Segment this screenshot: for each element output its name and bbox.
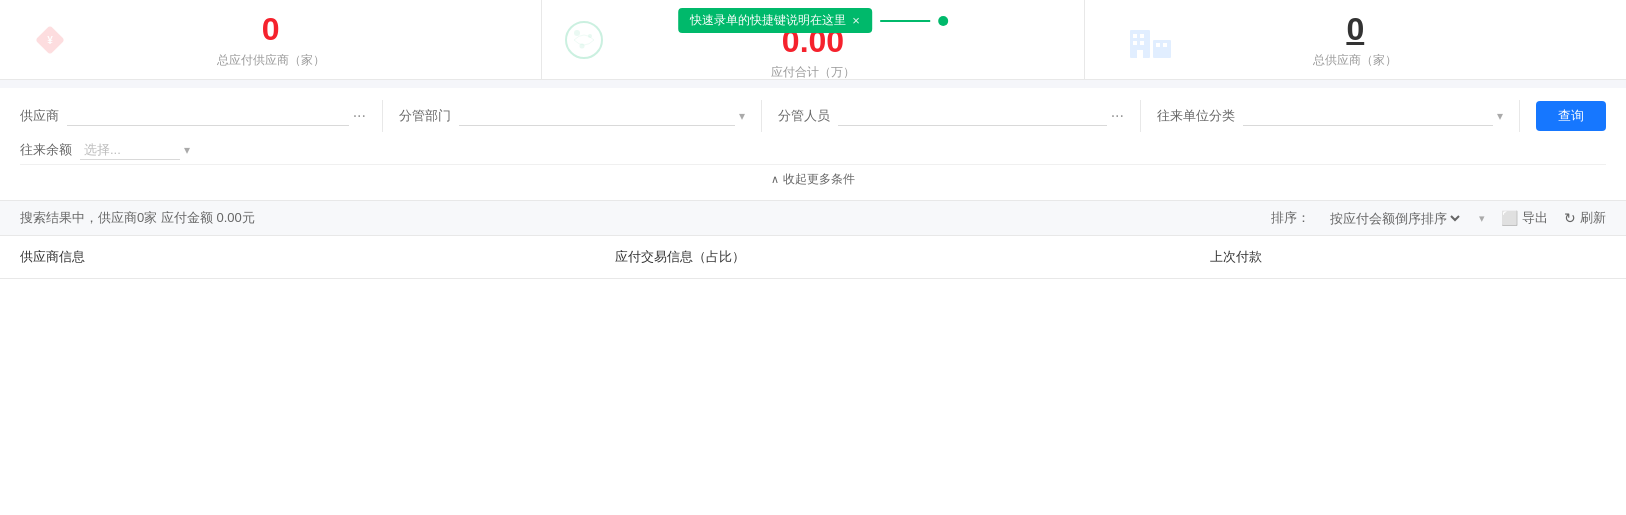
table-body [0, 279, 1626, 515]
total-suppliers-value: 0 [1313, 10, 1397, 48]
filter-balance: 往来余额 选择... ▾ [20, 140, 206, 160]
filter-supplier: 供应商 ··· [20, 100, 383, 132]
svg-text:¥: ¥ [47, 35, 53, 46]
col-transaction-header: 应付交易信息（占比） [615, 248, 1210, 266]
diamond-icon: ¥ [30, 20, 70, 60]
sort-chevron-icon: ▾ [1479, 212, 1485, 225]
tooltip-bubble: 快速录单的快捷键说明在这里 × [678, 8, 872, 33]
person-input[interactable] [838, 106, 1107, 126]
collapse-label: 收起更多条件 [783, 171, 855, 188]
stat-total-suppliers: 0 总供应商（家） [1085, 0, 1626, 79]
balance-chevron[interactable]: ▾ [184, 143, 190, 157]
export-button[interactable]: ⬜ 导出 [1501, 209, 1548, 227]
query-button[interactable]: 查询 [1536, 101, 1606, 131]
category-input[interactable] [1243, 106, 1493, 126]
svg-point-3 [574, 30, 580, 36]
svg-point-2 [566, 22, 602, 58]
sort-select[interactable]: 按应付会额倒序排序 [1326, 210, 1463, 227]
payable-total-label: 应付合计（万） [771, 64, 855, 81]
stat-payable-total: 快速录单的快捷键说明在这里 × 0.00 应付合计（万） [542, 0, 1084, 79]
balance-label: 往来余额 [20, 141, 72, 159]
filter-row-1: 供应商 ··· 分管部门 ▾ 分管人员 ··· 往来单位分类 ▾ 查询 [20, 100, 1606, 132]
results-summary: 搜索结果中，供应商0家 应付金额 0.00元 [20, 209, 255, 227]
stats-bar: ¥ 0 总应付供应商（家） 快速录单的快捷键说明在这里 × 0.00 应付 [0, 0, 1626, 80]
tooltip-line [880, 20, 930, 22]
sort-label: 排序： [1271, 209, 1310, 227]
supplier-label: 供应商 [20, 107, 59, 125]
svg-rect-10 [1133, 41, 1137, 45]
cookie-icon [562, 18, 606, 62]
balance-select[interactable]: 选择... [80, 140, 180, 160]
refresh-button[interactable]: ↻ 刷新 [1564, 209, 1606, 227]
total-payable-count: 0 [217, 10, 325, 48]
person-label: 分管人员 [778, 107, 830, 125]
filter-row-2: 往来余额 选择... ▾ [20, 140, 1606, 160]
filter-department: 分管部门 ▾ [383, 100, 762, 132]
svg-rect-7 [1153, 40, 1171, 58]
filter-bar: 供应商 ··· 分管部门 ▾ 分管人员 ··· 往来单位分类 ▾ 查询 往来余额 [0, 88, 1626, 201]
results-bar: 搜索结果中，供应商0家 应付金额 0.00元 排序： 按应付会额倒序排序 ▾ ⬜… [0, 201, 1626, 236]
tooltip-close[interactable]: × [852, 13, 860, 28]
filter-person: 分管人员 ··· [762, 100, 1141, 132]
col-supplier-header: 供应商信息 [20, 248, 615, 266]
svg-rect-8 [1133, 34, 1137, 38]
refresh-icon: ↻ [1564, 210, 1576, 226]
table-header: 供应商信息 应付交易信息（占比） 上次付款 [0, 236, 1626, 279]
results-actions: 排序： 按应付会额倒序排序 ▾ ⬜ 导出 ↻ 刷新 [1271, 209, 1606, 227]
supplier-dots[interactable]: ··· [353, 107, 366, 125]
refresh-label: 刷新 [1580, 209, 1606, 227]
building-icon [1125, 20, 1185, 60]
department-input[interactable] [459, 106, 735, 126]
export-label: 导出 [1522, 209, 1548, 227]
supplier-input[interactable] [67, 106, 349, 126]
svg-rect-11 [1140, 41, 1144, 45]
total-suppliers-label: 总供应商（家） [1313, 52, 1397, 69]
col-last-payment-header: 上次付款 [1210, 248, 1607, 266]
category-chevron[interactable]: ▾ [1497, 109, 1503, 123]
svg-rect-13 [1163, 43, 1167, 47]
department-chevron[interactable]: ▾ [739, 109, 745, 123]
collapse-chevron-icon: ∧ [771, 173, 779, 186]
filter-category: 往来单位分类 ▾ [1141, 100, 1520, 132]
export-icon: ⬜ [1501, 210, 1518, 226]
tooltip-dot [938, 16, 948, 26]
svg-rect-14 [1137, 50, 1143, 58]
collapse-button[interactable]: ∧ 收起更多条件 [20, 165, 1606, 192]
total-payable-label: 总应付供应商（家） [217, 52, 325, 69]
shortcut-tooltip: 快速录单的快捷键说明在这里 × [678, 8, 948, 33]
person-dots[interactable]: ··· [1111, 107, 1124, 125]
tooltip-text: 快速录单的快捷键说明在这里 [690, 12, 846, 29]
department-label: 分管部门 [399, 107, 451, 125]
svg-rect-12 [1156, 43, 1160, 47]
svg-rect-9 [1140, 34, 1144, 38]
stat-total-payable-suppliers: ¥ 0 总应付供应商（家） [0, 0, 542, 79]
category-label: 往来单位分类 [1157, 107, 1235, 125]
